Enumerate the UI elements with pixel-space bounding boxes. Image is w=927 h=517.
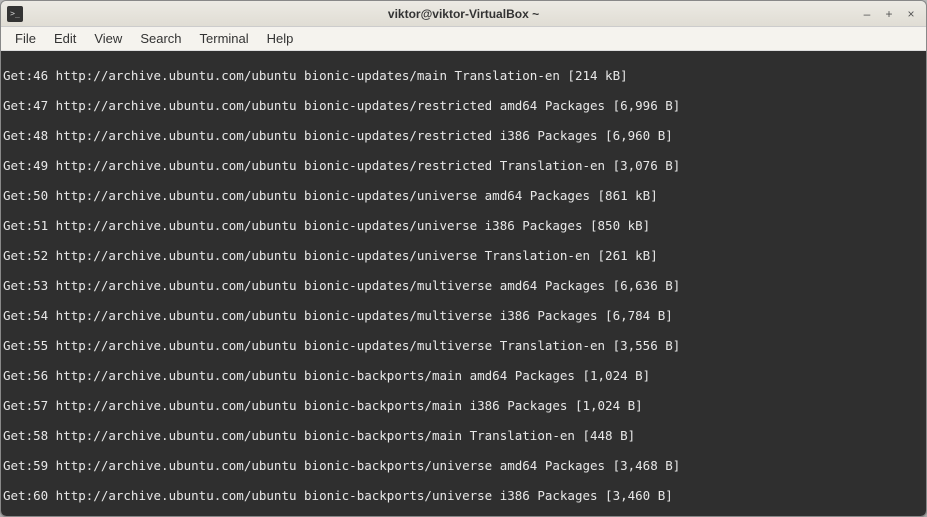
menu-view[interactable]: View (86, 29, 130, 48)
output-line: Get:47 http://archive.ubuntu.com/ubuntu … (3, 98, 924, 113)
output-line: Get:50 http://archive.ubuntu.com/ubuntu … (3, 188, 924, 203)
terminal-icon (7, 6, 23, 22)
output-line: Get:51 http://archive.ubuntu.com/ubuntu … (3, 218, 924, 233)
menu-file[interactable]: File (7, 29, 44, 48)
menu-search[interactable]: Search (132, 29, 189, 48)
terminal-output[interactable]: Get:46 http://archive.ubuntu.com/ubuntu … (1, 51, 926, 516)
output-line: Get:57 http://archive.ubuntu.com/ubuntu … (3, 398, 924, 413)
output-line: Get:48 http://archive.ubuntu.com/ubuntu … (3, 128, 924, 143)
menu-terminal[interactable]: Terminal (192, 29, 257, 48)
terminal-window: viktor@viktor-VirtualBox ~ – + × File Ed… (0, 0, 927, 517)
minimize-button[interactable]: – (858, 6, 876, 22)
menubar: File Edit View Search Terminal Help (1, 27, 926, 51)
output-line: Get:49 http://archive.ubuntu.com/ubuntu … (3, 158, 924, 173)
output-line: Get:58 http://archive.ubuntu.com/ubuntu … (3, 428, 924, 443)
window-controls: – + × (858, 6, 920, 22)
titlebar[interactable]: viktor@viktor-VirtualBox ~ – + × (1, 1, 926, 27)
output-line: Get:55 http://archive.ubuntu.com/ubuntu … (3, 338, 924, 353)
menu-edit[interactable]: Edit (46, 29, 84, 48)
window-title: viktor@viktor-VirtualBox ~ (388, 7, 539, 21)
output-line: Get:54 http://archive.ubuntu.com/ubuntu … (3, 308, 924, 323)
output-line: Get:53 http://archive.ubuntu.com/ubuntu … (3, 278, 924, 293)
maximize-button[interactable]: + (880, 6, 898, 22)
output-line: Get:56 http://archive.ubuntu.com/ubuntu … (3, 368, 924, 383)
close-button[interactable]: × (902, 6, 920, 22)
output-line: Get:52 http://archive.ubuntu.com/ubuntu … (3, 248, 924, 263)
output-line: Get:46 http://archive.ubuntu.com/ubuntu … (3, 68, 924, 83)
menu-help[interactable]: Help (259, 29, 302, 48)
output-line: Get:60 http://archive.ubuntu.com/ubuntu … (3, 488, 924, 503)
output-line: Get:59 http://archive.ubuntu.com/ubuntu … (3, 458, 924, 473)
